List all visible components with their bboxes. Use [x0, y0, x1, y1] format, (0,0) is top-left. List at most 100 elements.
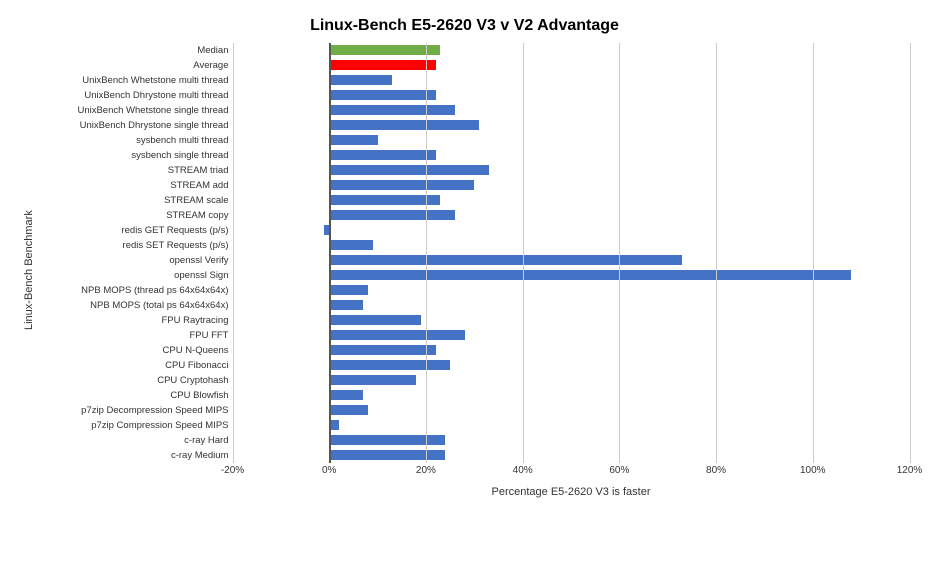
- bar-row: redis GET Requests (p/s): [38, 223, 910, 237]
- bar-area: [233, 88, 910, 102]
- row-label: openssl Verify: [38, 255, 233, 266]
- row-label: Average: [38, 60, 233, 71]
- bar-element: [329, 315, 421, 325]
- bar-area: [233, 358, 910, 372]
- bar-area: [233, 433, 910, 447]
- bar-row: UnixBench Dhrystone single thread: [38, 118, 910, 132]
- x-tick-label: 80%: [706, 465, 726, 476]
- row-label: openssl Sign: [38, 270, 233, 281]
- bar-area: [233, 448, 910, 462]
- bar-area: [233, 148, 910, 162]
- bar-row: openssl Verify: [38, 253, 910, 267]
- row-label: c-ray Hard: [38, 435, 233, 446]
- row-label: STREAM copy: [38, 210, 233, 221]
- bar-element: [329, 270, 851, 280]
- bars-wrapper: Median Average UnixBench Whetstone multi t…: [38, 43, 910, 463]
- x-tick-label: 20%: [416, 465, 436, 476]
- row-label: sysbench multi thread: [38, 135, 233, 146]
- bar-area: [233, 103, 910, 117]
- bar-element: [329, 180, 474, 190]
- bar-row: CPU Fibonacci: [38, 358, 910, 372]
- bar-element: [329, 255, 682, 265]
- bar-row: NPB MOPS (total ps 64x64x64x): [38, 298, 910, 312]
- row-label: NPB MOPS (thread ps 64x64x64x): [38, 285, 233, 296]
- row-label: UnixBench Whetstone single thread: [38, 105, 233, 116]
- bar-element: [329, 285, 368, 295]
- bar-area: [233, 238, 910, 252]
- bar-area: [233, 58, 910, 72]
- x-axis: -20%0%20%40%60%80%100%120%: [233, 465, 910, 468]
- bar-area: [233, 208, 910, 222]
- bar-area: [233, 268, 910, 282]
- x-tick-label: 60%: [609, 465, 629, 476]
- row-label: sysbench single thread: [38, 150, 233, 161]
- bar-row: Average: [38, 58, 910, 72]
- bar-row: STREAM add: [38, 178, 910, 192]
- bar-row: CPU Cryptohash: [38, 373, 910, 387]
- bar-area: [233, 403, 910, 417]
- bar-element: [329, 210, 455, 220]
- bar-element: [329, 360, 450, 370]
- bar-element: [329, 330, 464, 340]
- row-label: FPU Raytracing: [38, 315, 233, 326]
- bar-element: [329, 300, 363, 310]
- bar-element: [329, 435, 445, 445]
- bar-row: FPU Raytracing: [38, 313, 910, 327]
- row-label: CPU Blowfish: [38, 390, 233, 401]
- bar-area: [233, 343, 910, 357]
- row-label: CPU Fibonacci: [38, 360, 233, 371]
- row-label: redis GET Requests (p/s): [38, 225, 233, 236]
- bar-element: [329, 135, 377, 145]
- grid-line: [910, 43, 911, 463]
- x-tick-label: 40%: [513, 465, 533, 476]
- bar-element: [329, 390, 363, 400]
- row-label: CPU N-Queens: [38, 345, 233, 356]
- bar-area: [233, 73, 910, 87]
- bar-element: [329, 450, 445, 460]
- bar-element: [329, 150, 435, 160]
- x-tick-label: 0%: [322, 465, 336, 476]
- bar-row: p7zip Compression Speed MIPS: [38, 418, 910, 432]
- bar-area: [233, 388, 910, 402]
- bar-element: [329, 240, 373, 250]
- bar-area: [233, 283, 910, 297]
- bar-row: p7zip Decompression Speed MIPS: [38, 403, 910, 417]
- row-label: CPU Cryptohash: [38, 375, 233, 386]
- bar-row: UnixBench Whetstone single thread: [38, 103, 910, 117]
- bar-element: [329, 45, 440, 55]
- row-label: STREAM scale: [38, 195, 233, 206]
- row-label: Median: [38, 45, 233, 56]
- y-axis-label: Linux-Bench Benchmark: [20, 43, 38, 498]
- row-label: p7zip Compression Speed MIPS: [38, 420, 233, 431]
- bar-row: Median: [38, 43, 910, 57]
- bar-area: [233, 328, 910, 342]
- row-label: FPU FFT: [38, 330, 233, 341]
- bar-row: sysbench multi thread: [38, 133, 910, 147]
- bar-area: [233, 163, 910, 177]
- bar-row: STREAM triad: [38, 163, 910, 177]
- bar-element: [324, 225, 329, 235]
- bar-area: [233, 193, 910, 207]
- x-axis-title: Percentage E5-2620 V3 is faster: [233, 486, 910, 498]
- bar-row: UnixBench Whetstone multi thread: [38, 73, 910, 87]
- bar-row: CPU Blowfish: [38, 388, 910, 402]
- bar-row: STREAM scale: [38, 193, 910, 207]
- bar-element: [329, 60, 435, 70]
- bar-element: [329, 120, 479, 130]
- row-label: UnixBench Whetstone multi thread: [38, 75, 233, 86]
- bar-area: [233, 313, 910, 327]
- bar-area: [233, 253, 910, 267]
- bar-element: [329, 405, 368, 415]
- row-label: redis SET Requests (p/s): [38, 240, 233, 251]
- x-tick-label: 120%: [897, 465, 923, 476]
- chart-container: Linux-Bench E5-2620 V3 v V2 Advantage Li…: [10, 7, 930, 572]
- bar-row: openssl Sign: [38, 268, 910, 282]
- row-label: c-ray Medium: [38, 450, 233, 461]
- bar-row: NPB MOPS (thread ps 64x64x64x): [38, 283, 910, 297]
- row-label: UnixBench Dhrystone multi thread: [38, 90, 233, 101]
- bar-element: [329, 195, 440, 205]
- x-tick-label: -20%: [221, 465, 244, 476]
- row-label: UnixBench Dhrystone single thread: [38, 120, 233, 131]
- bar-element: [329, 90, 435, 100]
- bar-element: [329, 75, 392, 85]
